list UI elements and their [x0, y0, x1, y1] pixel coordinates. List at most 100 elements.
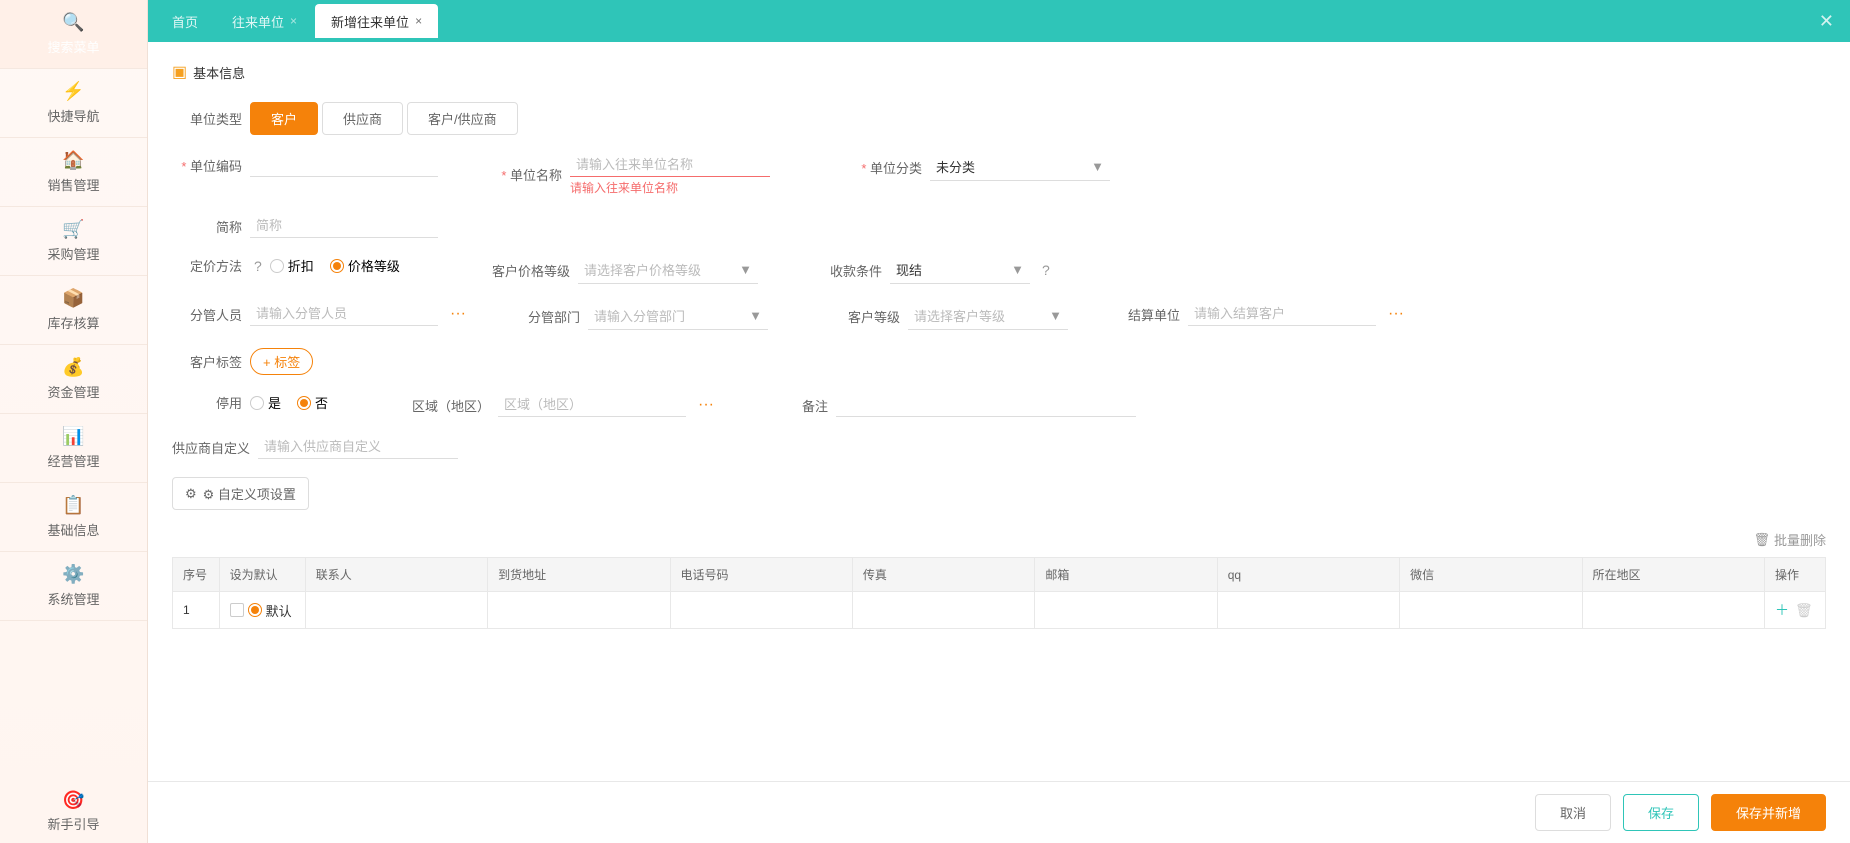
pricing-method-label: 定价方法	[172, 256, 242, 275]
radio-no-circle	[297, 396, 311, 410]
cell-email[interactable]	[1035, 592, 1217, 629]
add-tag-button[interactable]: + 标签	[250, 348, 313, 375]
quick-nav-icon: ⚡	[62, 81, 84, 102]
unit-category-label: 单位分类	[852, 158, 922, 177]
unit-name-input[interactable]	[570, 153, 770, 177]
default-radio-circle	[248, 603, 262, 617]
customer-price-level-select[interactable]: 请选择客户价格等级 ▼	[578, 256, 758, 284]
tab-new-partner[interactable]: 新增往来单位 ×	[315, 4, 438, 38]
type-btn-supplier[interactable]: 供应商	[322, 102, 403, 135]
phone-input[interactable]	[681, 603, 842, 617]
customer-level-select[interactable]: 请选择客户等级 ▼	[908, 302, 1068, 330]
sidebar-item-purchase[interactable]: 🛒 采购管理	[0, 207, 147, 276]
add-row-button[interactable]: ＋	[1775, 600, 1789, 620]
unit-name-error: 请输入往来单位名称	[570, 179, 770, 196]
unit-code-input[interactable]: 000009	[250, 153, 438, 177]
cell-fax[interactable]	[852, 592, 1034, 629]
type-btn-both[interactable]: 客户/供应商	[407, 102, 518, 135]
settlement-unit-ellipsis[interactable]: ···	[1384, 305, 1408, 323]
address-input[interactable]	[498, 603, 659, 617]
radio-price-level[interactable]: 价格等级	[330, 256, 400, 275]
payment-terms-help-icon[interactable]: ?	[1042, 262, 1050, 278]
short-name-input[interactable]	[250, 214, 438, 238]
remark-input[interactable]	[836, 393, 1136, 417]
region-ellipsis[interactable]: ···	[694, 396, 718, 414]
cell-region[interactable]	[1582, 592, 1764, 629]
col-phone: 电话号码	[670, 558, 852, 592]
inventory-icon: 📦	[62, 288, 84, 309]
unit-code-name-row: 单位编码 000009 单位名称 请输入往来单位名称 单位分类 未分类 ▼	[172, 153, 1826, 196]
sidebar-item-inventory[interactable]: 📦 库存核算	[0, 276, 147, 345]
radio-yes[interactable]: 是	[250, 393, 281, 412]
settlement-unit-input[interactable]	[1188, 302, 1376, 326]
supplier-custom-input[interactable]	[258, 435, 458, 459]
unit-category-select[interactable]: 未分类 ▼	[930, 153, 1110, 181]
batch-delete-button[interactable]: 🗑 批量删除	[1753, 530, 1826, 549]
row-region-input[interactable]	[1593, 603, 1754, 617]
section-icon: ▣	[172, 62, 187, 82]
unit-name-field: 单位名称 请输入往来单位名称	[492, 153, 812, 196]
col-email: 邮箱	[1035, 558, 1217, 592]
window-close-button[interactable]: ✕	[1811, 11, 1842, 32]
guide-icon: 🎯	[62, 790, 84, 811]
tab-home[interactable]: 首页	[156, 4, 214, 38]
tab-partner-list-close[interactable]: ×	[290, 14, 297, 28]
short-name-field: 简称	[172, 214, 452, 238]
radio-discount[interactable]: 折扣	[270, 256, 314, 275]
sidebar-item-basic-info[interactable]: 📋 基础信息	[0, 483, 147, 552]
save-button[interactable]: 保存	[1623, 794, 1699, 831]
type-btn-customer[interactable]: 客户	[250, 102, 318, 135]
col-contact: 联系人	[305, 558, 487, 592]
unit-name-label: 单位名称	[492, 165, 562, 184]
region-field: 区域（地区） ···	[412, 393, 718, 417]
pricing-method-field: 定价方法 ? 折扣 价格等级	[172, 256, 452, 275]
sidebar-item-guide[interactable]: 🎯 新手引导	[0, 780, 147, 843]
payment-terms-select[interactable]: 现结 ▼	[890, 256, 1030, 284]
wechat-input[interactable]	[1410, 603, 1571, 617]
cell-wechat[interactable]	[1400, 592, 1582, 629]
sidebar-item-sales[interactable]: 🏠 销售管理	[0, 138, 147, 207]
add-tag-label: + 标签	[263, 352, 300, 371]
cell-qq[interactable]	[1217, 592, 1399, 629]
customer-price-level-field: 客户价格等级 请选择客户价格等级 ▼	[492, 256, 772, 284]
tab-bar: 首页 往来单位 × 新增往来单位 × ✕	[148, 0, 1850, 42]
radio-price-level-circle	[330, 259, 344, 273]
save-and-new-button[interactable]: 保存并新增	[1711, 794, 1826, 831]
sidebar-item-quick-nav[interactable]: ⚡ 快捷导航	[0, 69, 147, 138]
email-input[interactable]	[1045, 603, 1206, 617]
short-name-row: 简称	[172, 214, 1826, 238]
pricing-method-help-icon[interactable]: ?	[254, 258, 262, 274]
customer-level-label: 客户等级	[830, 307, 900, 326]
col-wechat: 微信	[1400, 558, 1582, 592]
cell-phone[interactable]	[670, 592, 852, 629]
default-radio-label: 默认	[266, 601, 292, 620]
manager-input[interactable]	[250, 302, 438, 326]
sidebar-item-operations[interactable]: 📊 经营管理	[0, 414, 147, 483]
custom-settings-button[interactable]: ⚙ ⚙ 自定义项设置	[172, 477, 309, 510]
row-checkbox[interactable]	[230, 603, 244, 617]
sidebar-item-search[interactable]: 🔍 搜索菜单	[0, 0, 147, 69]
tab-partner-list[interactable]: 往来单位 ×	[216, 4, 313, 38]
fax-input[interactable]	[863, 603, 1024, 617]
delete-row-button[interactable]: 🗑	[1795, 602, 1813, 619]
region-label: 区域（地区）	[412, 396, 490, 415]
manager-ellipsis[interactable]: ···	[446, 305, 470, 323]
radio-no-label: 否	[315, 393, 328, 412]
radio-no[interactable]: 否	[297, 393, 328, 412]
customer-price-level-chevron: ▼	[739, 262, 752, 277]
tab-new-partner-close[interactable]: ×	[415, 14, 422, 28]
department-select[interactable]: 请输入分管部门 ▼	[588, 302, 768, 330]
contact-input[interactable]	[316, 603, 477, 617]
region-input[interactable]	[498, 393, 686, 417]
sidebar-item-finance[interactable]: 💰 资金管理	[0, 345, 147, 414]
qq-input[interactable]	[1228, 603, 1389, 617]
unit-type-row: 单位类型 客户 供应商 客户/供应商	[172, 102, 1826, 135]
cell-address[interactable]	[488, 592, 670, 629]
default-radio[interactable]: 默认	[248, 601, 292, 620]
sidebar-item-system[interactable]: ⚙️ 系统管理	[0, 552, 147, 621]
cell-contact[interactable]	[305, 592, 487, 629]
basic-info-icon: 📋	[62, 495, 84, 516]
operations-icon: 📊	[62, 426, 84, 447]
cancel-button[interactable]: 取消	[1535, 794, 1611, 831]
col-default: 设为默认	[219, 558, 305, 592]
